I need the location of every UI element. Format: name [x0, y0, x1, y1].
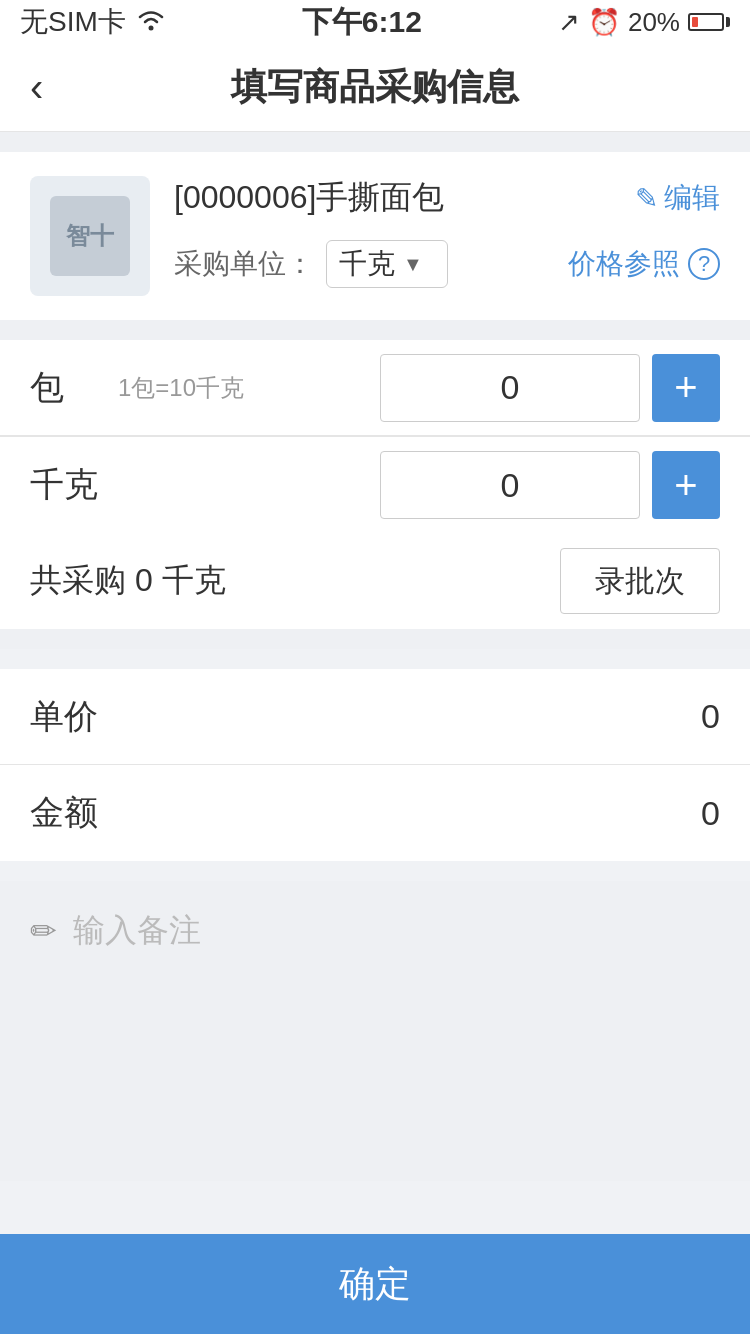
content-spacer [0, 981, 750, 1181]
bag-input-row: 包 1包=10千克 0 + [0, 340, 750, 436]
product-top-row: [0000006]手撕面包 ✎ 编辑 [174, 176, 720, 220]
confirm-label: 确定 [339, 1260, 411, 1309]
status-right: ↗ ⏰ 20% [558, 7, 730, 38]
back-button[interactable]: ‹ [30, 65, 43, 110]
mid-divider-2 [0, 629, 750, 649]
total-unit: 千克 [162, 562, 226, 598]
battery-percent: 20% [628, 7, 680, 38]
product-info: [0000006]手撕面包 ✎ 编辑 采购单位： 千克 ▼ 价格参照 ? [174, 176, 720, 288]
price-ref-help-icon: ? [688, 248, 720, 280]
unit-label: 采购单位： [174, 245, 314, 283]
unit-price-value: 0 [701, 697, 720, 736]
unit-select[interactable]: 千克 ▼ [326, 240, 448, 288]
status-time: 下午6:12 [302, 2, 422, 43]
bag-plus-button[interactable]: + [652, 354, 720, 422]
input-section: 包 1包=10千克 0 + 千克 0 + [0, 340, 750, 533]
price-ref-button[interactable]: 价格参照 ? [568, 245, 720, 283]
edit-button[interactable]: ✎ 编辑 [635, 179, 720, 217]
summary-section: 共采购 0 千克 录批次 [0, 533, 750, 629]
edit-icon: ✎ [635, 182, 658, 215]
bag-input[interactable]: 0 [380, 354, 640, 422]
kg-input-row: 千克 0 + [0, 437, 750, 533]
batch-button[interactable]: 录批次 [560, 548, 720, 614]
top-divider [0, 132, 750, 152]
location-icon: ↗ [558, 7, 580, 38]
unit-price-row: 单价 0 [0, 669, 750, 765]
sim-text: 无SIM卡 [20, 3, 126, 41]
total-label: 共采购 [30, 562, 126, 598]
amount-row: 金额 0 [0, 765, 750, 861]
nav-bar: ‹ 填写商品采购信息 [0, 44, 750, 132]
unit-selector-group: 采购单位： 千克 ▼ [174, 240, 448, 288]
edit-label: 编辑 [664, 179, 720, 217]
product-unit-row: 采购单位： 千克 ▼ 价格参照 ? [174, 240, 720, 288]
total-amount: 0 [135, 562, 153, 598]
mid-divider-1 [0, 320, 750, 340]
price-section: 单价 0 金额 0 [0, 669, 750, 861]
product-title: 手撕面包 [316, 179, 444, 215]
amount-label: 金额 [30, 790, 98, 836]
product-code: [0000006] [174, 179, 316, 215]
product-card: 智十 [0000006]手撕面包 ✎ 编辑 采购单位： 千克 ▼ 价格参照 ? [0, 152, 750, 320]
wifi-icon [136, 6, 166, 38]
price-ref-label: 价格参照 [568, 245, 680, 283]
pencil-icon: ✏ [30, 912, 57, 950]
bag-sublabel: 1包=10千克 [118, 372, 244, 404]
product-name: [0000006]手撕面包 [174, 176, 444, 220]
kg-label: 千克 [30, 462, 110, 508]
product-image: 智十 [30, 176, 150, 296]
unit-value: 千克 [339, 245, 395, 283]
confirm-bar[interactable]: 确定 [0, 1234, 750, 1334]
unit-price-label: 单价 [30, 694, 98, 740]
note-placeholder: 输入备注 [73, 909, 201, 953]
unit-dropdown-arrow: ▼ [403, 253, 423, 276]
kg-input[interactable]: 0 [380, 451, 640, 519]
product-logo: 智十 [50, 196, 130, 276]
page-title: 填写商品采购信息 [231, 63, 519, 112]
kg-plus-button[interactable]: + [652, 451, 720, 519]
battery-icon [688, 13, 730, 31]
alarm-icon: ⏰ [588, 7, 620, 38]
status-left: 无SIM卡 [20, 3, 166, 41]
svg-point-0 [148, 26, 153, 31]
status-bar: 无SIM卡 下午6:12 ↗ ⏰ 20% [0, 0, 750, 44]
summary-text: 共采购 0 千克 [30, 559, 226, 603]
note-section[interactable]: ✏ 输入备注 [0, 881, 750, 981]
amount-value: 0 [701, 794, 720, 833]
bag-label: 包 [30, 365, 110, 411]
